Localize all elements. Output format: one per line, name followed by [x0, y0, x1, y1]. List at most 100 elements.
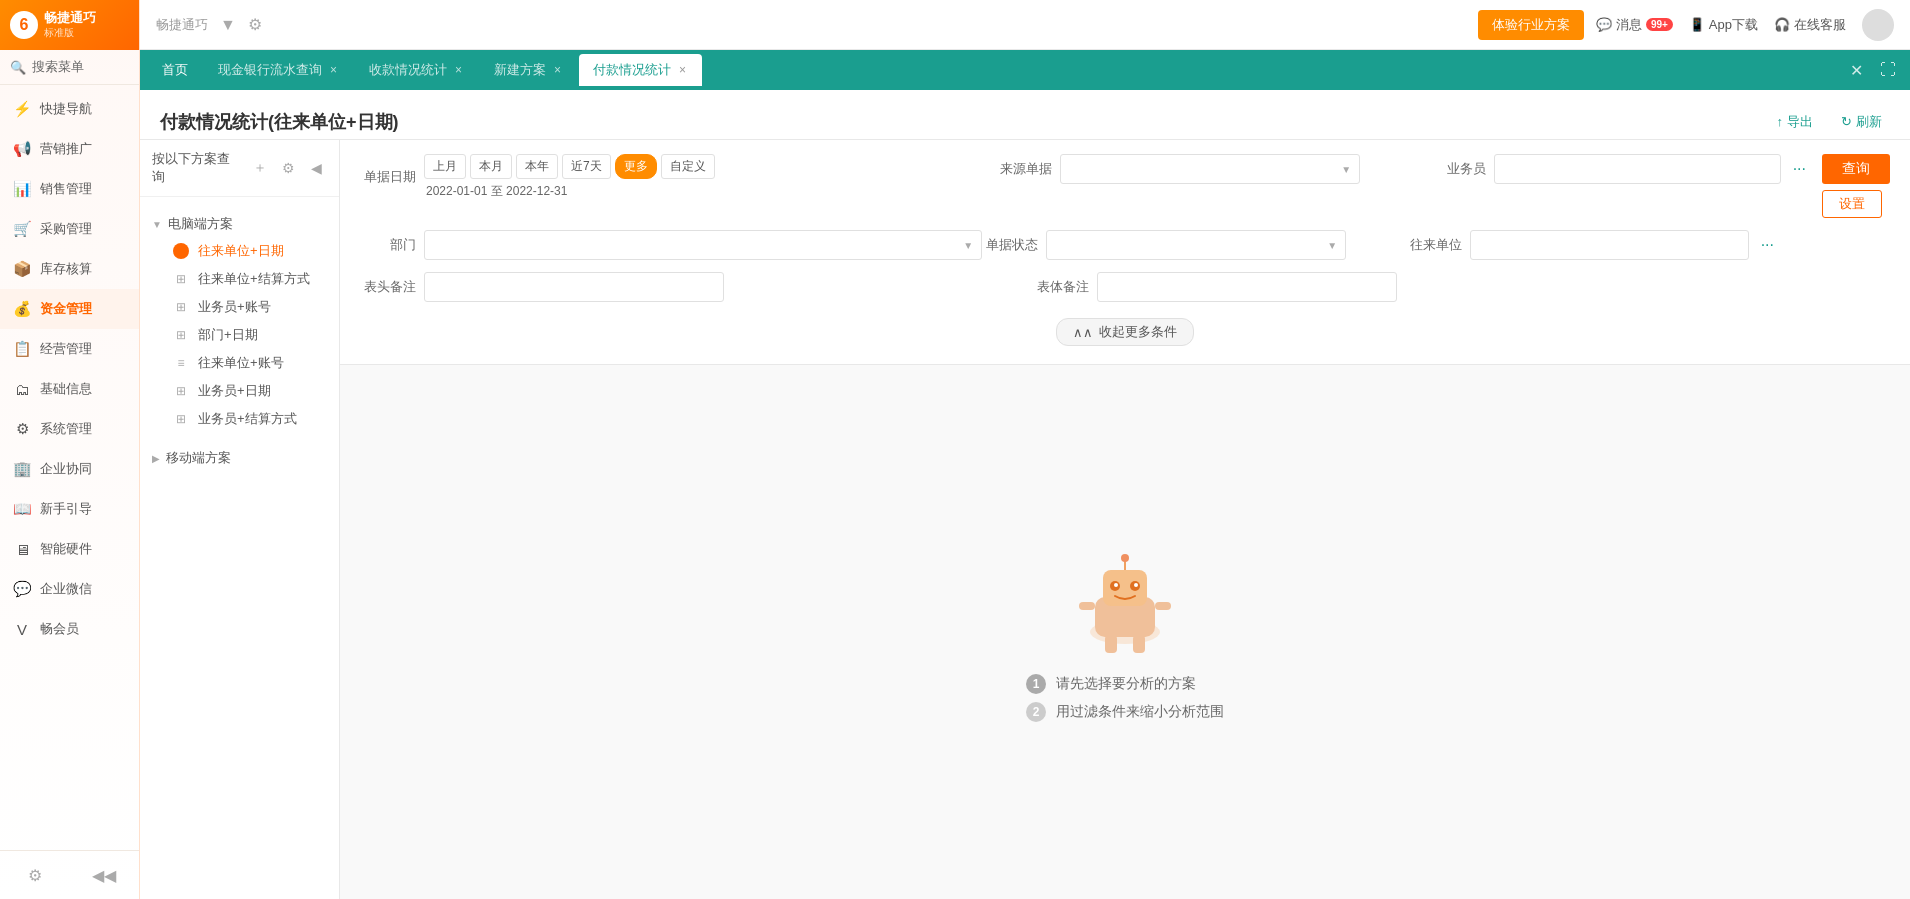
partner-input[interactable] — [1470, 230, 1748, 260]
scheme-item-salesman-payment[interactable]: ⊞ 业务员+结算方式 — [152, 405, 327, 433]
date-btn-more[interactable]: 更多 — [615, 154, 657, 179]
chevron-up-icon: ∧∧ — [1073, 325, 1093, 340]
export-label: 导出 — [1787, 113, 1813, 131]
refresh-button[interactable]: ↻ 刷新 — [1833, 109, 1890, 135]
avatar[interactable] — [1862, 9, 1894, 41]
tab-payment-close[interactable]: × — [677, 61, 688, 79]
source-select[interactable]: ▼ — [1060, 154, 1360, 184]
partner-label: 往来单位 — [1406, 236, 1462, 254]
sidebar-item-label: 快捷导航 — [40, 100, 92, 118]
online-service-button[interactable]: 🎧 在线客服 — [1774, 16, 1846, 34]
sidebar-bottom: ⚙ ◀◀ — [0, 850, 139, 899]
expand-tabs-button[interactable]: ⛶ — [1874, 56, 1902, 84]
date-btn-last7[interactable]: 近7天 — [562, 154, 611, 179]
sidebar-item-basic[interactable]: 🗂 基础信息 — [0, 369, 139, 409]
svg-rect-12 — [1133, 635, 1145, 653]
tab-new-plan-label: 新建方案 — [494, 61, 546, 79]
date-btn-custom[interactable]: 自定义 — [661, 154, 715, 179]
sidebar-item-member[interactable]: V 畅会员 — [0, 609, 139, 649]
sidebar-item-enterprise[interactable]: 🏢 企业协同 — [0, 449, 139, 489]
scheme-item-label: 业务员+日期 — [198, 382, 271, 400]
body-note-input[interactable] — [1097, 272, 1397, 302]
sidebar-item-inventory[interactable]: 📦 库存核算 — [0, 249, 139, 289]
scheme-item-salesman-account[interactable]: ⊞ 业务员+账号 — [152, 293, 327, 321]
scheme-header-label: 按以下方案查询 — [152, 150, 241, 186]
filter-settings-button[interactable]: 设置 — [1822, 190, 1882, 218]
scheme-group-mobile: ▶ 移动端方案 — [140, 439, 339, 477]
collapse-sidebar-button[interactable]: ◀◀ — [88, 859, 120, 891]
scheme-header: 按以下方案查询 ＋ ⚙ ◀ — [140, 140, 339, 197]
status-select[interactable]: ▼ — [1046, 230, 1346, 260]
messages-button[interactable]: 💬 消息 99+ — [1596, 16, 1673, 34]
scheme-collapse-button[interactable]: ◀ — [305, 157, 327, 179]
scheme-item-salesman-date[interactable]: ⊞ 业务员+日期 — [152, 377, 327, 405]
export-button[interactable]: ↑ 导出 — [1769, 109, 1822, 135]
tab-payment[interactable]: 付款情况统计 × — [579, 54, 702, 86]
salesman-input[interactable] — [1494, 154, 1781, 184]
tab-bank[interactable]: 现金银行流水查询 × — [204, 54, 353, 86]
tab-payment-label: 付款情况统计 — [593, 61, 671, 79]
sidebar-item-operation[interactable]: 📋 经营管理 — [0, 329, 139, 369]
sidebar-search[interactable]: 🔍 搜索菜单 — [0, 50, 139, 85]
gear-button[interactable]: ⚙ — [19, 859, 51, 891]
sidebar-nav: ⚡ 快捷导航 📢 营销推广 📊 销售管理 🛒 采购管理 📦 库存核算 💰 资金管… — [0, 85, 139, 850]
sidebar-item-system[interactable]: ⚙ 系统管理 — [0, 409, 139, 449]
app-download-button[interactable]: 📱 App下载 — [1689, 16, 1758, 34]
page-content: 付款情况统计(往来单位+日期) ↑ 导出 ↻ 刷新 按以下方案查询 ＋ — [140, 90, 1910, 899]
chevron-down-icon[interactable]: ▼ — [220, 16, 236, 34]
tip-num-2: 2 — [1026, 702, 1046, 722]
scheme-item-bar-icon: ≡ — [172, 354, 190, 372]
sidebar-item-label: 经营管理 — [40, 340, 92, 358]
sidebar-item-label: 企业协同 — [40, 460, 92, 478]
tabbar-actions: ✕ ⛶ — [1842, 56, 1902, 84]
hardware-icon: 🖥 — [12, 539, 32, 559]
dept-select[interactable]: ▼ — [424, 230, 982, 260]
scheme-item-dept-date[interactable]: ⊞ 部门+日期 — [152, 321, 327, 349]
date-btn-this-year[interactable]: 本年 — [516, 154, 558, 179]
sidebar-item-shortcut[interactable]: ⚡ 快捷导航 — [0, 89, 139, 129]
app-download-label: App下载 — [1709, 16, 1758, 34]
date-btn-last-month[interactable]: 上月 — [424, 154, 466, 179]
scheme-settings-button[interactable]: ⚙ — [277, 157, 299, 179]
scheme-item-unit-payment[interactable]: ⊞ 往来单位+结算方式 — [152, 265, 327, 293]
salesman-dots[interactable]: ··· — [1793, 160, 1806, 178]
sidebar-item-purchase[interactable]: 🛒 采购管理 — [0, 209, 139, 249]
tab-home[interactable]: 首页 — [148, 54, 202, 86]
trial-button[interactable]: 体验行业方案 — [1478, 10, 1584, 40]
sidebar-item-label: 采购管理 — [40, 220, 92, 238]
sidebar-item-sales[interactable]: 📊 销售管理 — [0, 169, 139, 209]
refresh-icon: ↻ — [1841, 114, 1852, 129]
scheme-group-desktop-label: 电脑端方案 — [168, 215, 233, 233]
scheme-item-unit-account[interactable]: ≡ 往来单位+账号 — [152, 349, 327, 377]
scheme-add-button[interactable]: ＋ — [249, 157, 271, 179]
tab-new-plan[interactable]: 新建方案 × — [480, 54, 577, 86]
app-icon: 📱 — [1689, 17, 1705, 32]
scheme-group-desktop-title[interactable]: ▼ 电脑端方案 — [152, 211, 327, 237]
scheme-item-circle-icon — [172, 242, 190, 260]
tip-text-2: 用过滤条件来缩小分析范围 — [1056, 703, 1224, 721]
scheme-group-mobile-label: 移动端方案 — [166, 449, 231, 467]
service-icon: 🎧 — [1774, 17, 1790, 32]
tab-receipt-close[interactable]: × — [453, 61, 464, 79]
partner-dots[interactable]: ··· — [1761, 236, 1774, 254]
sidebar-item-hardware[interactable]: 🖥 智能硬件 — [0, 529, 139, 569]
sidebar-item-marketing[interactable]: 📢 营销推广 — [0, 129, 139, 169]
tab-home-label: 首页 — [162, 61, 188, 79]
scheme-item-label: 往来单位+日期 — [198, 242, 284, 260]
date-btn-this-month[interactable]: 本月 — [470, 154, 512, 179]
header-note-input[interactable] — [424, 272, 724, 302]
sidebar-item-wechat[interactable]: 💬 企业微信 — [0, 569, 139, 609]
sidebar-item-capital[interactable]: 💰 资金管理 — [0, 289, 139, 329]
scheme-group-mobile-title[interactable]: ▶ 移动端方案 — [152, 445, 327, 471]
tab-receipt[interactable]: 收款情况统计 × — [355, 54, 478, 86]
scheme-item-unit-date[interactable]: 往来单位+日期 — [152, 237, 327, 265]
scheme-item-label: 业务员+结算方式 — [198, 410, 297, 428]
settings-icon[interactable]: ⚙ — [248, 15, 262, 34]
collapse-filter-button[interactable]: ∧∧ 收起更多条件 — [1056, 318, 1194, 346]
close-all-tabs-button[interactable]: ✕ — [1842, 56, 1870, 84]
query-button[interactable]: 查询 — [1822, 154, 1890, 184]
tab-bank-close[interactable]: × — [328, 61, 339, 79]
sidebar-item-guide[interactable]: 📖 新手引导 — [0, 489, 139, 529]
body-note-label: 表体备注 — [1033, 278, 1089, 296]
tab-new-plan-close[interactable]: × — [552, 61, 563, 79]
